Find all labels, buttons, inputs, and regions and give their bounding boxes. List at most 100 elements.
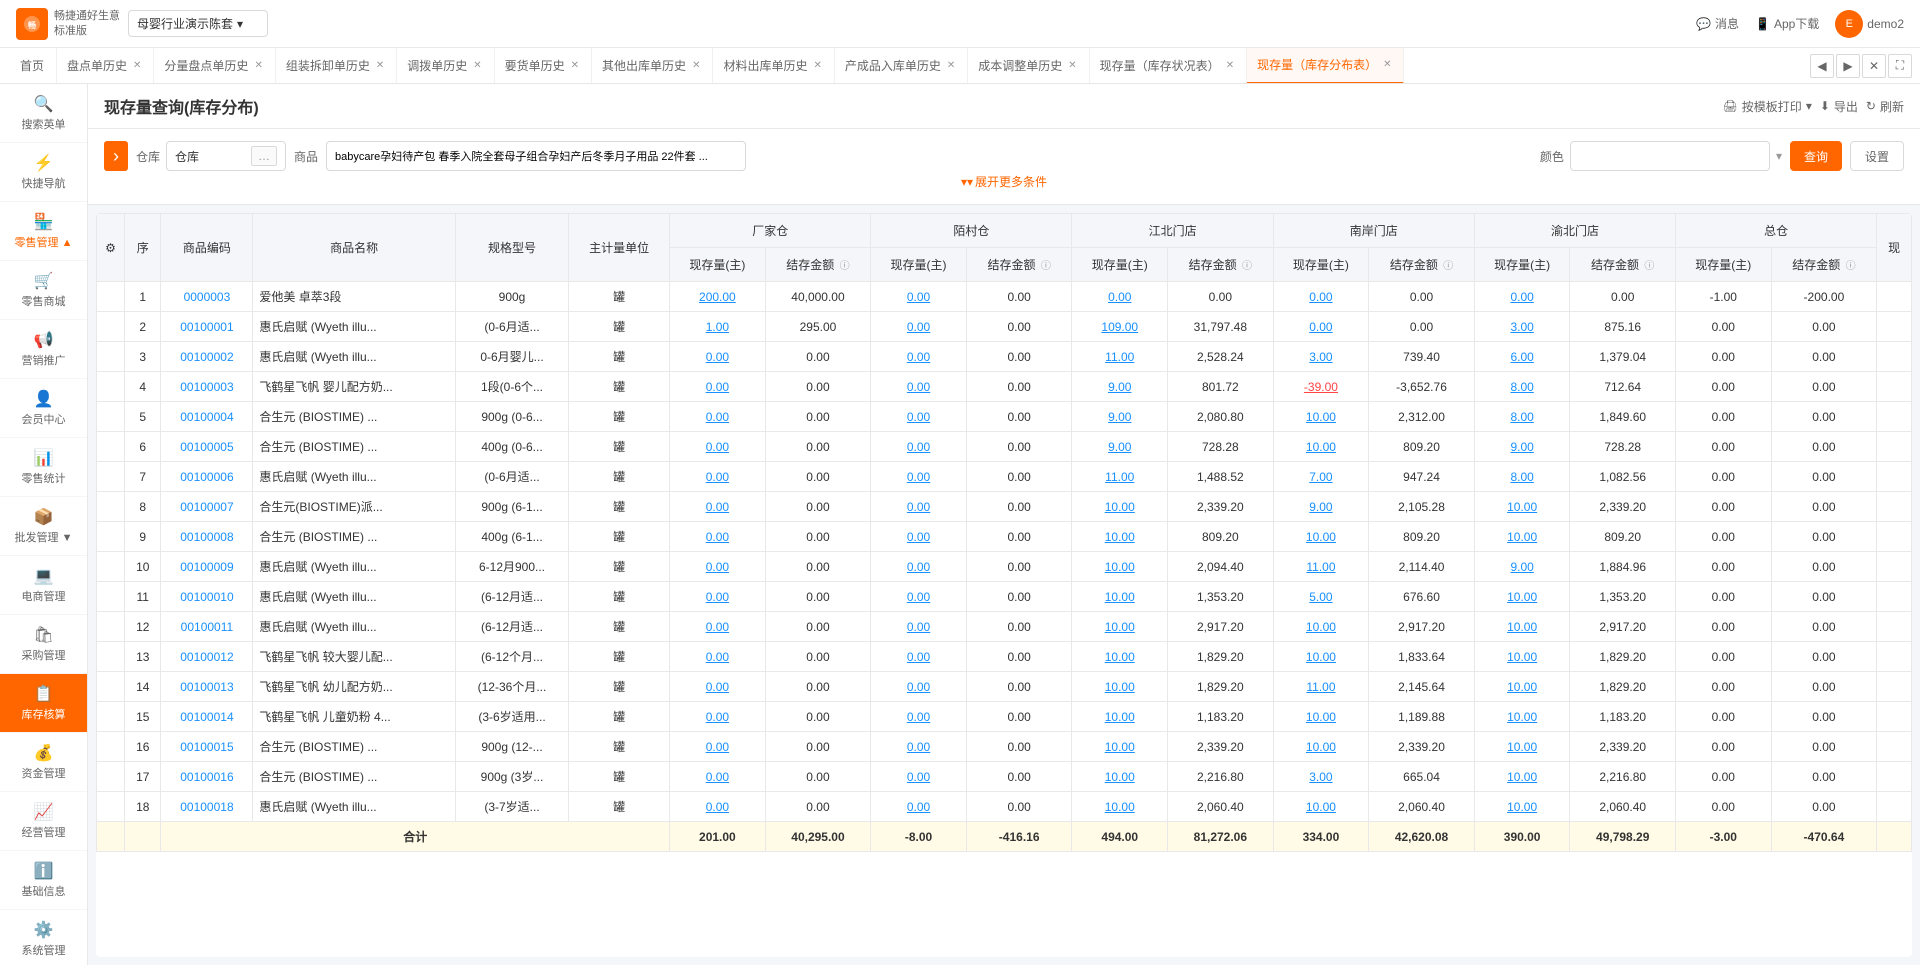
sidebar-item-retail-store[interactable]: 🛒 零售商城 <box>0 261 87 320</box>
sidebar-item-retail-mgmt[interactable]: 🏪 零售管理 ▲ <box>0 202 87 261</box>
expand-conditions-btn[interactable]: ▾▾ 展开更多条件 <box>961 173 1047 190</box>
col-na-amt-cell: 2,114.40 <box>1369 552 1475 582</box>
sidebar-item-member[interactable]: 👤 会员中心 <box>0 379 87 438</box>
footer-jb-amt: 81,272.06 <box>1168 822 1274 852</box>
col-unit-cell: 罐 <box>569 372 670 402</box>
tab-stock-dist[interactable]: 现存量（库存分布表） ✕ <box>1247 48 1404 84</box>
col-total-amt-cell: 0.00 <box>1771 642 1877 672</box>
col-mc-qty-cell: 0.00 <box>871 402 967 432</box>
col-jb-amt-cell: 1,183.20 <box>1168 702 1274 732</box>
close-icon[interactable]: ✕ <box>569 58 581 73</box>
sidebar-item-inventory[interactable]: 📋 库存核算 <box>0 674 87 733</box>
col-seq-cell: 9 <box>125 522 161 552</box>
nav-expand-btn[interactable]: ⛶ <box>1888 54 1912 78</box>
info-icon[interactable]: ⓘ <box>1041 261 1051 272</box>
col-jb-amt-cell: 1,829.20 <box>1168 672 1274 702</box>
col-na-qty-cell: 11.00 <box>1273 552 1369 582</box>
col-unit-cell: 罐 <box>569 492 670 522</box>
close-icon[interactable]: ✕ <box>1381 57 1393 72</box>
nav-left-btn[interactable]: ◀ <box>1810 54 1834 78</box>
tab-stock-single[interactable]: 盘点单历史 ✕ <box>57 48 154 84</box>
refresh-btn[interactable]: ↻ 刷新 <box>1866 98 1904 115</box>
col-spec-cell: 400g (6-1... <box>455 522 568 552</box>
col-jb-qty: 现存量(主) <box>1072 248 1168 282</box>
print-btn[interactable]: 🖨 按模板打印 ▾ <box>1723 98 1812 115</box>
close-icon[interactable]: ✕ <box>252 58 264 73</box>
tab-order-req[interactable]: 要货单历史 ✕ <box>495 48 592 84</box>
table-wrapper[interactable]: ⚙ 序 商品编码 商品名称 规格型号 主计量单位 厂家仓 陌村仓 江北门店 南岸… <box>96 213 1912 852</box>
expand-arrow-btn[interactable]: › <box>104 141 128 171</box>
col-mc-amt-cell: 0.00 <box>966 762 1072 792</box>
sidebar-item-search[interactable]: 🔍 搜索英单 <box>0 84 87 143</box>
main-content: 现存量查询(库存分布) 🖨 按模板打印 ▾ ⬇ 导出 ↻ 刷新 <box>88 84 1920 965</box>
sidebar-item-quick-nav[interactable]: ⚡ 快捷导航 <box>0 143 87 202</box>
info-icon[interactable]: ⓘ <box>1644 261 1654 272</box>
tab-stock-branch[interactable]: 分量盘点单历史 ✕ <box>154 48 275 84</box>
sidebar: 🔍 搜索英单 ⚡ 快捷导航 🏪 零售管理 ▲ 🛒 零售商城 📢 营销推广 👤 会… <box>0 84 88 965</box>
warehouse-input[interactable]: 仓库 … <box>166 141 286 171</box>
sidebar-item-finance[interactable]: 💰 资金管理 <box>0 733 87 792</box>
col-group-na: 南岸门店 <box>1273 214 1474 248</box>
col-spec-cell: (3-6岁适用... <box>455 702 568 732</box>
col-yb-amt-cell: 809.20 <box>1570 522 1676 552</box>
tab-stock-status[interactable]: 现存量（库存状况表） ✕ <box>1090 48 1247 84</box>
sidebar-item-marketing[interactable]: 📢 营销推广 <box>0 320 87 379</box>
settings-btn[interactable]: 设置 <box>1850 141 1904 171</box>
col-na-qty-cell: 5.00 <box>1273 582 1369 612</box>
info-icon[interactable]: ⓘ <box>1242 261 1252 272</box>
info-icon[interactable]: ⓘ <box>1443 261 1453 272</box>
sidebar-item-purchase[interactable]: 🛍 采购管理 <box>0 615 87 674</box>
color-input[interactable] <box>1570 141 1770 171</box>
tab-material-out[interactable]: 材料出库单历史 ✕ <box>713 48 834 84</box>
sidebar-item-basic-info[interactable]: ℹ️ 基础信息 <box>0 851 87 910</box>
col-na-qty-cell: 7.00 <box>1273 462 1369 492</box>
col-group-jb: 江北门店 <box>1072 214 1273 248</box>
col-extra-cell <box>1877 402 1912 432</box>
message-btn[interactable]: 💬 消息 <box>1696 15 1739 32</box>
warehouse-ellipsis-btn[interactable]: … <box>251 146 277 166</box>
col-mc-qty-cell: 0.00 <box>871 522 967 552</box>
col-settings-cell <box>97 672 125 702</box>
nav-close-tab-btn[interactable]: ✕ <box>1862 54 1886 78</box>
warehouse-field: 仓库 仓库 … <box>136 141 286 171</box>
sidebar-item-wholesale[interactable]: 📦 批发管理 ▼ <box>0 497 87 556</box>
close-icon[interactable]: ✕ <box>1224 58 1236 73</box>
tab-home[interactable]: 首页 <box>8 48 57 84</box>
sidebar-item-retail-stats[interactable]: 📊 零售统计 <box>0 438 87 497</box>
tab-product-in[interactable]: 产成品入库单历史 ✕ <box>835 48 968 84</box>
col-unit-cell: 罐 <box>569 762 670 792</box>
info-icon[interactable]: ⓘ <box>1846 261 1856 272</box>
col-mc-amt-cell: 0.00 <box>966 552 1072 582</box>
col-mc-qty-cell: 0.00 <box>871 342 967 372</box>
nav-right-btn[interactable]: ▶ <box>1836 54 1860 78</box>
close-icon[interactable]: ✕ <box>471 58 483 73</box>
export-btn[interactable]: ⬇ 导出 <box>1820 98 1858 115</box>
close-icon[interactable]: ✕ <box>811 58 823 73</box>
close-icon[interactable]: ✕ <box>131 58 143 73</box>
close-icon[interactable]: ✕ <box>1066 58 1078 73</box>
col-seq-header: 序 <box>125 214 161 282</box>
nav-tabs: 首页 盘点单历史 ✕ 分量盘点单历史 ✕ 组装拆卸单历史 ✕ 调拨单历史 ✕ 要… <box>0 48 1920 84</box>
sidebar-item-ecommerce[interactable]: 💻 电商管理 <box>0 556 87 615</box>
tab-cost-adjust[interactable]: 成本调整单历史 ✕ <box>968 48 1089 84</box>
col-code-cell: 00100004 <box>161 402 253 432</box>
close-icon[interactable]: ✕ <box>945 58 957 73</box>
close-icon[interactable]: ✕ <box>374 58 386 73</box>
sidebar-item-system[interactable]: ⚙️ 系统管理 <box>0 910 87 965</box>
tab-combo-split[interactable]: 组装拆卸单历史 ✕ <box>276 48 397 84</box>
col-spec-cell: (6-12月适... <box>455 582 568 612</box>
close-icon[interactable]: ✕ <box>690 58 702 73</box>
info-icon[interactable]: ⓘ <box>840 261 850 272</box>
col-total-qty-cell: 0.00 <box>1676 312 1772 342</box>
user-area[interactable]: E demo2 <box>1835 10 1904 38</box>
col-total-qty-cell: 0.00 <box>1676 492 1772 522</box>
app-download-btn[interactable]: 📱 App下载 <box>1755 15 1819 32</box>
tab-other-out[interactable]: 其他出库单历史 ✕ <box>592 48 713 84</box>
tab-transfer[interactable]: 调拨单历史 ✕ <box>397 48 494 84</box>
col-total-qty-cell: -1.00 <box>1676 282 1772 312</box>
store-selector[interactable]: 母婴行业演示陈套 ▾ <box>128 10 268 37</box>
sidebar-item-operation[interactable]: 📈 经营管理 <box>0 792 87 851</box>
goods-value-display[interactable] <box>326 141 746 171</box>
search-btn[interactable]: 查询 <box>1790 141 1842 171</box>
col-yb-qty-cell: 10.00 <box>1474 492 1570 522</box>
